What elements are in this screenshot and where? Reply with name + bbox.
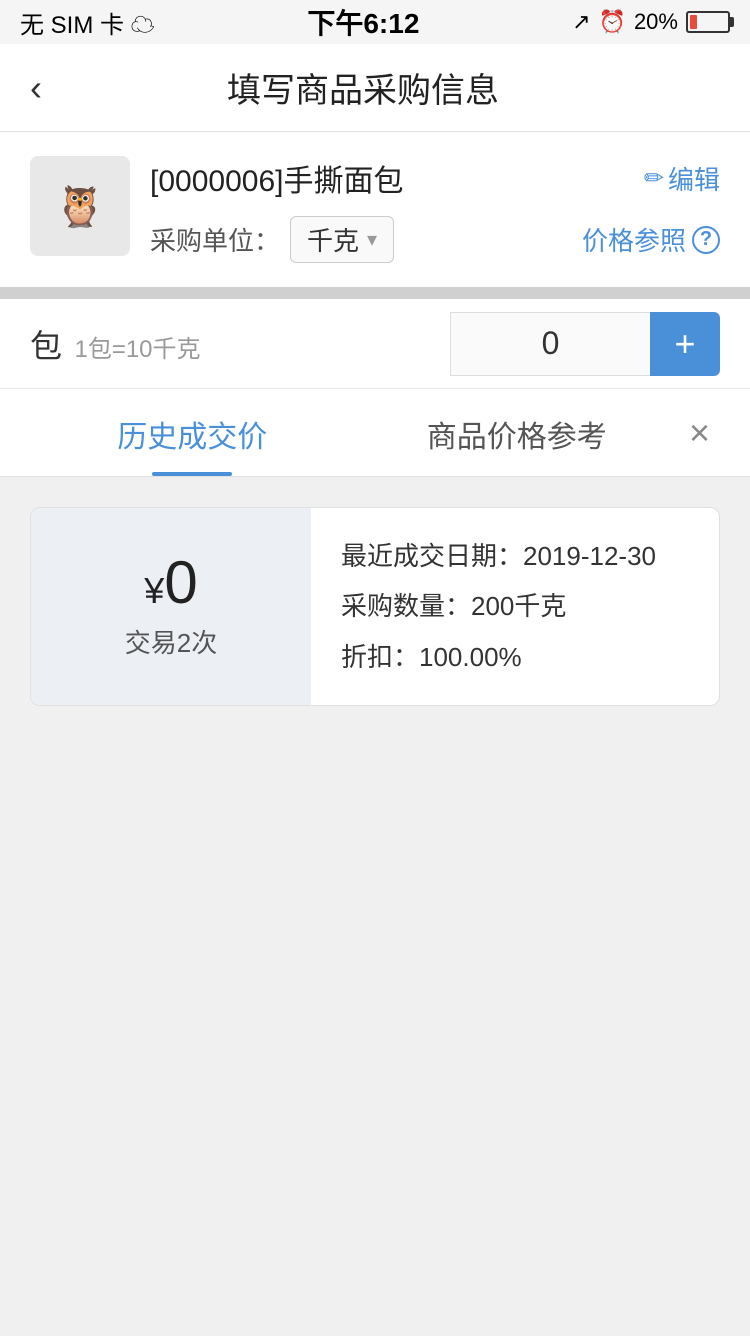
quantity-unit-label: 包 <box>30 328 62 364</box>
back-button[interactable]: ‹ <box>30 67 42 109</box>
tab-product-price-ref[interactable]: 商品价格参考 <box>354 389 678 476</box>
price-reference-button[interactable]: 价格参照 ? <box>582 221 720 258</box>
discount-row: 折扣：100.00% <box>341 639 689 675</box>
recent-date-value: 2019-12-30 <box>523 541 656 571</box>
purchase-qty-row: 采购数量：200千克 <box>341 588 689 624</box>
product-card: 🦉 [0000006]手撕面包 ✏ 编辑 采购单位： 千克 ▾ 价格参照 ? <box>0 132 750 287</box>
header: ‹ 填写商品采购信息 <box>0 44 750 132</box>
tab-history-label: 历史成交价 <box>117 412 267 456</box>
unit-value: 千克 <box>307 221 359 258</box>
product-unit-row: 采购单位： 千克 ▾ 价格参照 ? <box>150 216 720 263</box>
quantity-row: 包 1包=10千克 0 + <box>0 299 750 389</box>
price-yen-symbol: ¥ <box>144 570 164 611</box>
status-left: 无 SIM 卡 ☁ <box>20 5 155 40</box>
price-ref-label: 价格参照 <box>582 221 686 258</box>
price-card: ¥0 交易2次 最近成交日期：2019-12-30 采购数量：200千克 折扣：… <box>30 507 720 706</box>
status-time: 下午6:12 <box>307 2 419 42</box>
location-icon: ↗ <box>572 9 590 35</box>
quantity-input[interactable]: 0 <box>450 312 650 376</box>
quantity-controls: 0 + <box>450 312 720 376</box>
battery-fill <box>690 15 697 29</box>
bottom-area <box>0 736 750 1336</box>
quantity-label-group: 包 1包=10千克 <box>30 321 201 367</box>
tab-active-underline <box>152 472 232 476</box>
price-ref-help-icon: ? <box>692 226 720 254</box>
product-thumbnail: 🦉 <box>30 156 130 256</box>
no-sim-label: 无 SIM 卡 ☁ <box>20 5 155 40</box>
quantity-conversion: 1包=10千克 <box>74 336 200 363</box>
recent-date-label: 最近成交日期： <box>341 541 523 571</box>
price-trade-count: 交易2次 <box>125 623 217 660</box>
discount-label: 折扣： <box>341 642 419 672</box>
purchase-qty-value: 200千克 <box>471 591 566 621</box>
product-name: [0000006]手撕面包 <box>150 156 403 200</box>
tab-history-price[interactable]: 历史成交价 <box>30 389 354 476</box>
edit-icon: ✏ <box>644 164 664 193</box>
section-divider <box>0 287 750 299</box>
tabs-container: 历史成交价 商品价格参考 × <box>0 389 750 477</box>
product-header-row: [0000006]手撕面包 ✏ 编辑 <box>150 156 720 200</box>
discount-value: 100.00% <box>419 642 522 672</box>
edit-button[interactable]: ✏ 编辑 <box>644 160 720 197</box>
alarm-icon: ⏰ <box>599 9 626 35</box>
price-amount-display: ¥0 <box>144 553 197 613</box>
unit-label: 采购单位： <box>150 221 280 258</box>
battery-percent: 20% <box>634 9 678 35</box>
unit-select[interactable]: 千克 ▾ <box>290 216 394 263</box>
page-title: 填写商品采购信息 <box>62 63 664 112</box>
price-card-right: 最近成交日期：2019-12-30 采购数量：200千克 折扣：100.00% <box>311 508 719 705</box>
tab-price-ref-label: 商品价格参考 <box>427 412 607 456</box>
recent-date-row: 最近成交日期：2019-12-30 <box>341 538 689 574</box>
status-right: ↗ ⏰ 20% <box>572 9 730 35</box>
battery-icon <box>686 11 730 33</box>
price-card-left: ¥0 交易2次 <box>31 508 311 705</box>
price-card-container: ¥0 交易2次 最近成交日期：2019-12-30 采购数量：200千克 折扣：… <box>0 477 750 736</box>
purchase-qty-label: 采购数量： <box>341 591 471 621</box>
price-value: 0 <box>164 549 197 616</box>
product-info: [0000006]手撕面包 ✏ 编辑 采购单位： 千克 ▾ 价格参照 ? <box>150 156 720 263</box>
tabs-close-button[interactable]: × <box>679 415 720 451</box>
status-bar: 无 SIM 卡 ☁ 下午6:12 ↗ ⏰ 20% <box>0 0 750 44</box>
quantity-plus-button[interactable]: + <box>650 312 720 376</box>
unit-row-left: 采购单位： 千克 ▾ <box>150 216 394 263</box>
product-thumb-icon: 🦉 <box>55 183 105 230</box>
unit-dropdown-arrow: ▾ <box>367 227 377 252</box>
edit-label: 编辑 <box>668 160 720 197</box>
